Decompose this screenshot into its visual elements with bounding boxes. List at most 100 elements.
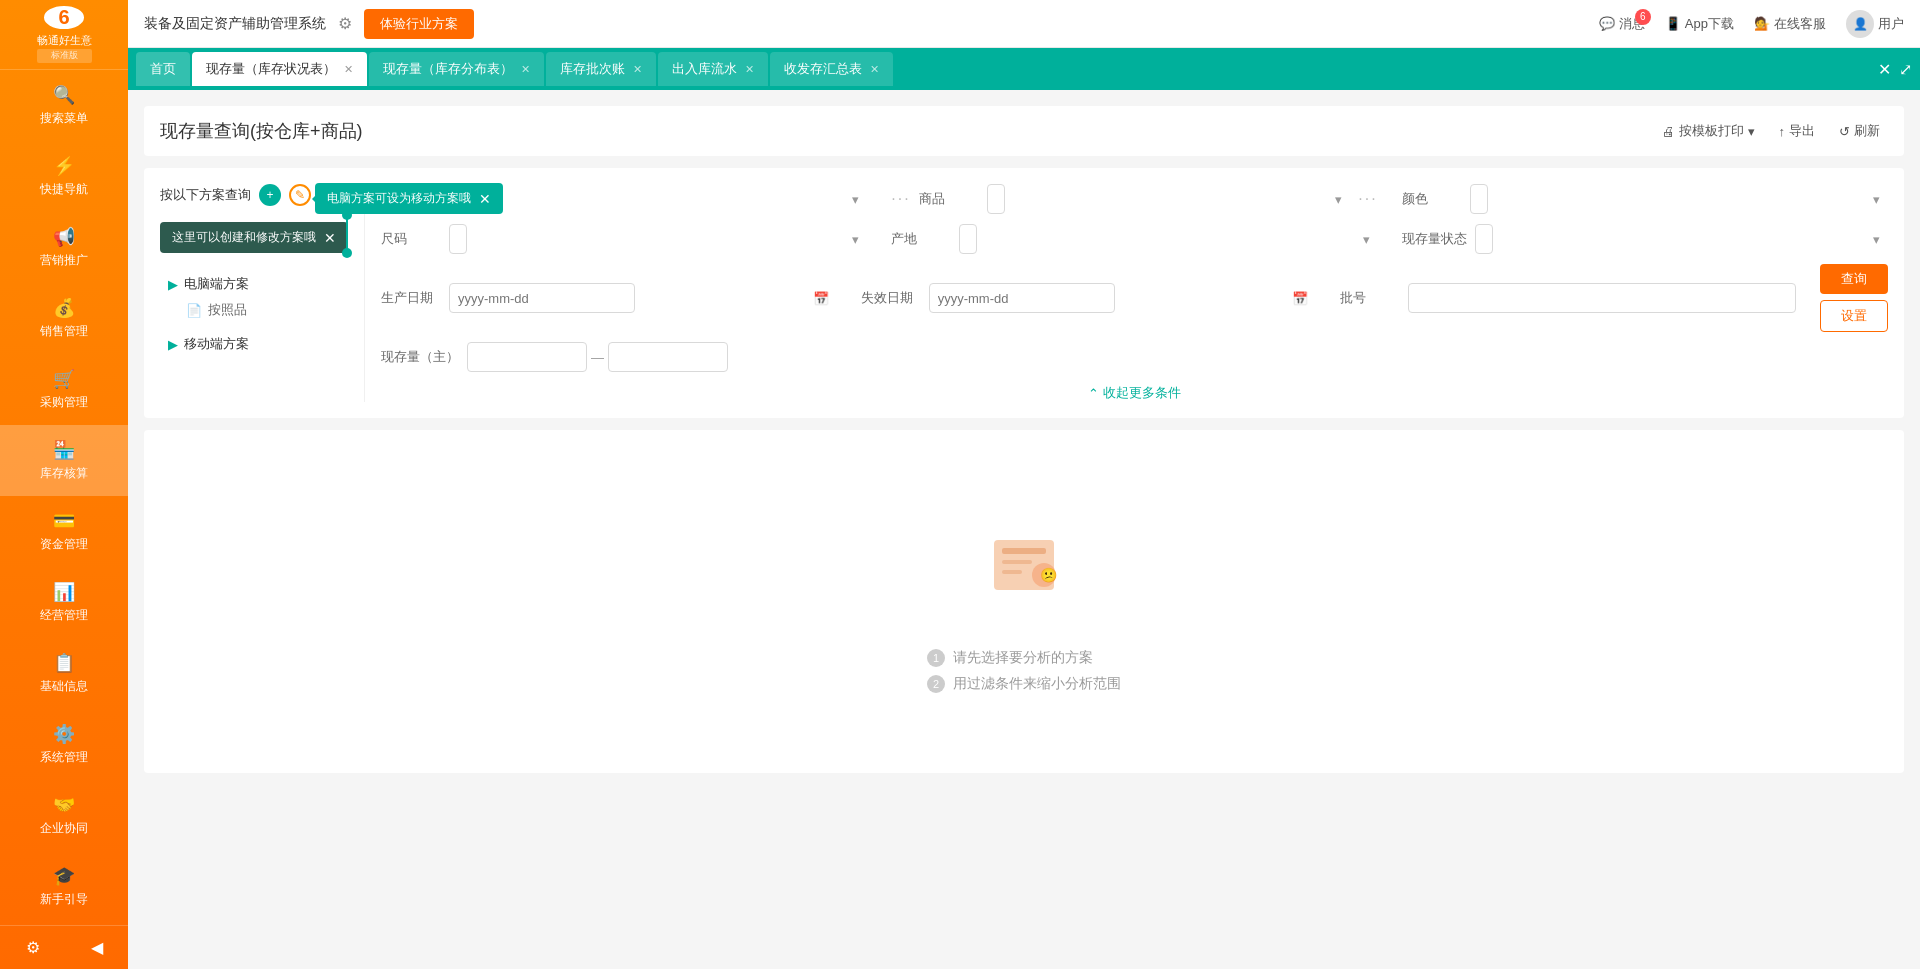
batch-no-input[interactable] [1408,283,1796,313]
sidebar-item-search[interactable]: 🔍 搜索菜单 [0,70,128,141]
sidebar-item-purchase[interactable]: 🛒 采购管理 [0,354,128,425]
pc-scheme-item-0[interactable]: 📄 按照品 [186,297,348,323]
form-field-produce-date: 生产日期 📅 [381,283,837,313]
sidebar-item-operation[interactable]: 📊 经营管理 [0,567,128,638]
sidebar-item-basic[interactable]: 📋 基础信息 [0,638,128,709]
stock-status-select[interactable] [1475,224,1493,254]
tab-home[interactable]: 首页 [136,52,190,86]
collapse-btn[interactable]: ⌃ 收起更多条件 [381,384,1888,402]
reset-btn[interactable]: 设置 [1820,300,1888,332]
tabbar-actions: ✕ ⤢ [1878,60,1912,79]
add-scheme-btn[interactable]: + [259,184,281,206]
stock-main-range: — [467,342,728,372]
sidebar-item-marketing[interactable]: 📢 营销推广 [0,212,128,283]
topbar-gear-icon[interactable]: ⚙ [338,14,352,33]
mobile-scheme-header[interactable]: ▶ 移动端方案 [168,331,348,357]
sidebar-bottom: ⚙ ◀ [0,925,128,969]
expire-date-input[interactable] [929,283,1115,313]
sidebar-item-enterprise[interactable]: 🤝 企业协同 [0,780,128,851]
svg-rect-3 [1002,570,1022,574]
refresh-btn[interactable]: ↺ 刷新 [1831,118,1888,144]
add-tooltip-close[interactable]: ✕ [479,191,491,207]
origin-label: 产地 [891,230,951,248]
tab-batch-ledger[interactable]: 库存批次账 ✕ [546,52,656,86]
origin-select[interactable] [959,224,977,254]
size-select[interactable] [449,224,467,254]
tab-close-inout-flow[interactable]: ✕ [745,63,754,76]
collapse-sidebar-icon[interactable]: ◀ [91,938,103,957]
export-btn[interactable]: ↑ 导出 [1771,118,1824,144]
tab-recv-summary[interactable]: 收发存汇总表 ✕ [770,52,893,86]
sidebar-item-label: 采购管理 [40,394,88,411]
expire-date-calendar-icon[interactable]: 📅 [1292,291,1308,306]
produce-date-calendar-icon[interactable]: 📅 [813,291,829,306]
collapse-up-icon: ⌃ [1088,386,1099,401]
logo-icon: 6 [44,6,84,29]
expand-tab-icon[interactable]: ⤢ [1899,60,1912,79]
goods-menu-icon[interactable]: ··· [1358,190,1377,208]
sidebar-nav: 🔍 搜索菜单 ⚡ 快捷导航 📢 营销推广 💰 销售管理 🛒 采购管理 🏪 库存核… [0,70,128,925]
support-btn[interactable]: 💁 在线客服 [1754,15,1826,33]
pc-scheme-header[interactable]: ▶ 电脑端方案 [168,271,348,297]
operation-icon: 📊 [53,581,75,603]
tab-inventory-dist[interactable]: 现存量（库存分布表） ✕ [369,52,544,86]
add-tooltip-text: 电脑方案可设为移动方案哦 [327,190,471,207]
sidebar-item-system[interactable]: ⚙️ 系统管理 [0,709,128,780]
purchase-icon: 🛒 [53,368,75,390]
search-btn[interactable]: 查询 [1820,264,1888,294]
basic-icon: 📋 [53,652,75,674]
close-all-tabs-icon[interactable]: ✕ [1878,60,1891,79]
search-buttons: 查询 设置 [1820,264,1888,332]
form-row-4: 现存量（主） — [381,342,1888,372]
sidebar-item-inventory[interactable]: 🏪 库存核算 [0,425,128,496]
support-icon: 💁 [1754,16,1770,31]
message-btn[interactable]: 💬 消息 6 [1599,15,1645,33]
tab-close-recv-summary[interactable]: ✕ [870,63,879,76]
goods-select[interactable] [987,184,1005,214]
tab-recv-summary-label: 收发存汇总表 [784,60,862,78]
sidebar-item-label: 企业协同 [40,820,88,837]
settings-bottom-icon[interactable]: ⚙ [26,938,40,957]
tab-close-inventory-status[interactable]: ✕ [344,63,353,76]
trial-btn[interactable]: 体验行业方案 [364,9,474,39]
sidebar-item-label: 销售管理 [40,323,88,340]
sidebar-item-label: 新手引导 [40,891,88,908]
user-btn[interactable]: 👤 用户 [1846,10,1904,38]
tab-inout-flow[interactable]: 出入库流水 ✕ [658,52,768,86]
mobile-scheme-list: ▶ 移动端方案 [168,331,348,357]
pc-scheme-label: 电脑端方案 [184,275,249,293]
goods-dots-icon[interactable]: ··· [891,190,910,208]
tabbar: 首页 现存量（库存状况表） ✕ 现存量（库存分布表） ✕ 库存批次账 ✕ 出入库… [128,48,1920,90]
edit-tooltip-close[interactable]: ✕ [324,230,336,246]
sidebar-item-label: 库存核算 [40,465,88,482]
app-icon: 📱 [1665,16,1681,31]
tooltip-connector-line [307,194,317,204]
sidebar-item-finance[interactable]: 💳 资金管理 [0,496,128,567]
user-avatar: 👤 [1846,10,1874,38]
app-download-btn[interactable]: 📱 App下载 [1665,15,1734,33]
sidebar-item-label: 系统管理 [40,749,88,766]
sidebar-item-quick[interactable]: ⚡ 快捷导航 [0,141,128,212]
form-field-batch-no: 批号 [1340,283,1796,313]
size-label: 尺码 [381,230,441,248]
sidebar-item-guide[interactable]: 🎓 新手引导 [0,851,128,922]
print-btn[interactable]: 🖨 按模板打印 ▾ [1654,118,1763,144]
tip-num-1: 1 [927,649,945,667]
tab-inventory-status[interactable]: 现存量（库存状况表） ✕ [192,52,367,86]
size-select-wrapper [449,224,867,254]
query-header-label: 按以下方案查询 [160,186,251,204]
produce-date-input[interactable] [449,283,635,313]
produce-date-label: 生产日期 [381,289,441,307]
collapse-label: 收起更多条件 [1103,384,1181,402]
color-select[interactable] [1470,184,1488,214]
marketing-icon: 📢 [53,226,75,248]
tab-close-inventory-dist[interactable]: ✕ [521,63,530,76]
main-area: 装备及固定资产辅助管理系统 ⚙ 体验行业方案 💬 消息 6 📱 App下载 💁 … [128,0,1920,969]
sidebar-item-sales[interactable]: 💰 销售管理 [0,283,128,354]
expire-date-label: 失效日期 [861,289,921,307]
refresh-icon: ↺ [1839,124,1850,139]
sidebar-item-label: 搜索菜单 [40,110,88,127]
stock-main-max-input[interactable] [608,342,728,372]
stock-main-min-input[interactable] [467,342,587,372]
tab-close-batch-ledger[interactable]: ✕ [633,63,642,76]
